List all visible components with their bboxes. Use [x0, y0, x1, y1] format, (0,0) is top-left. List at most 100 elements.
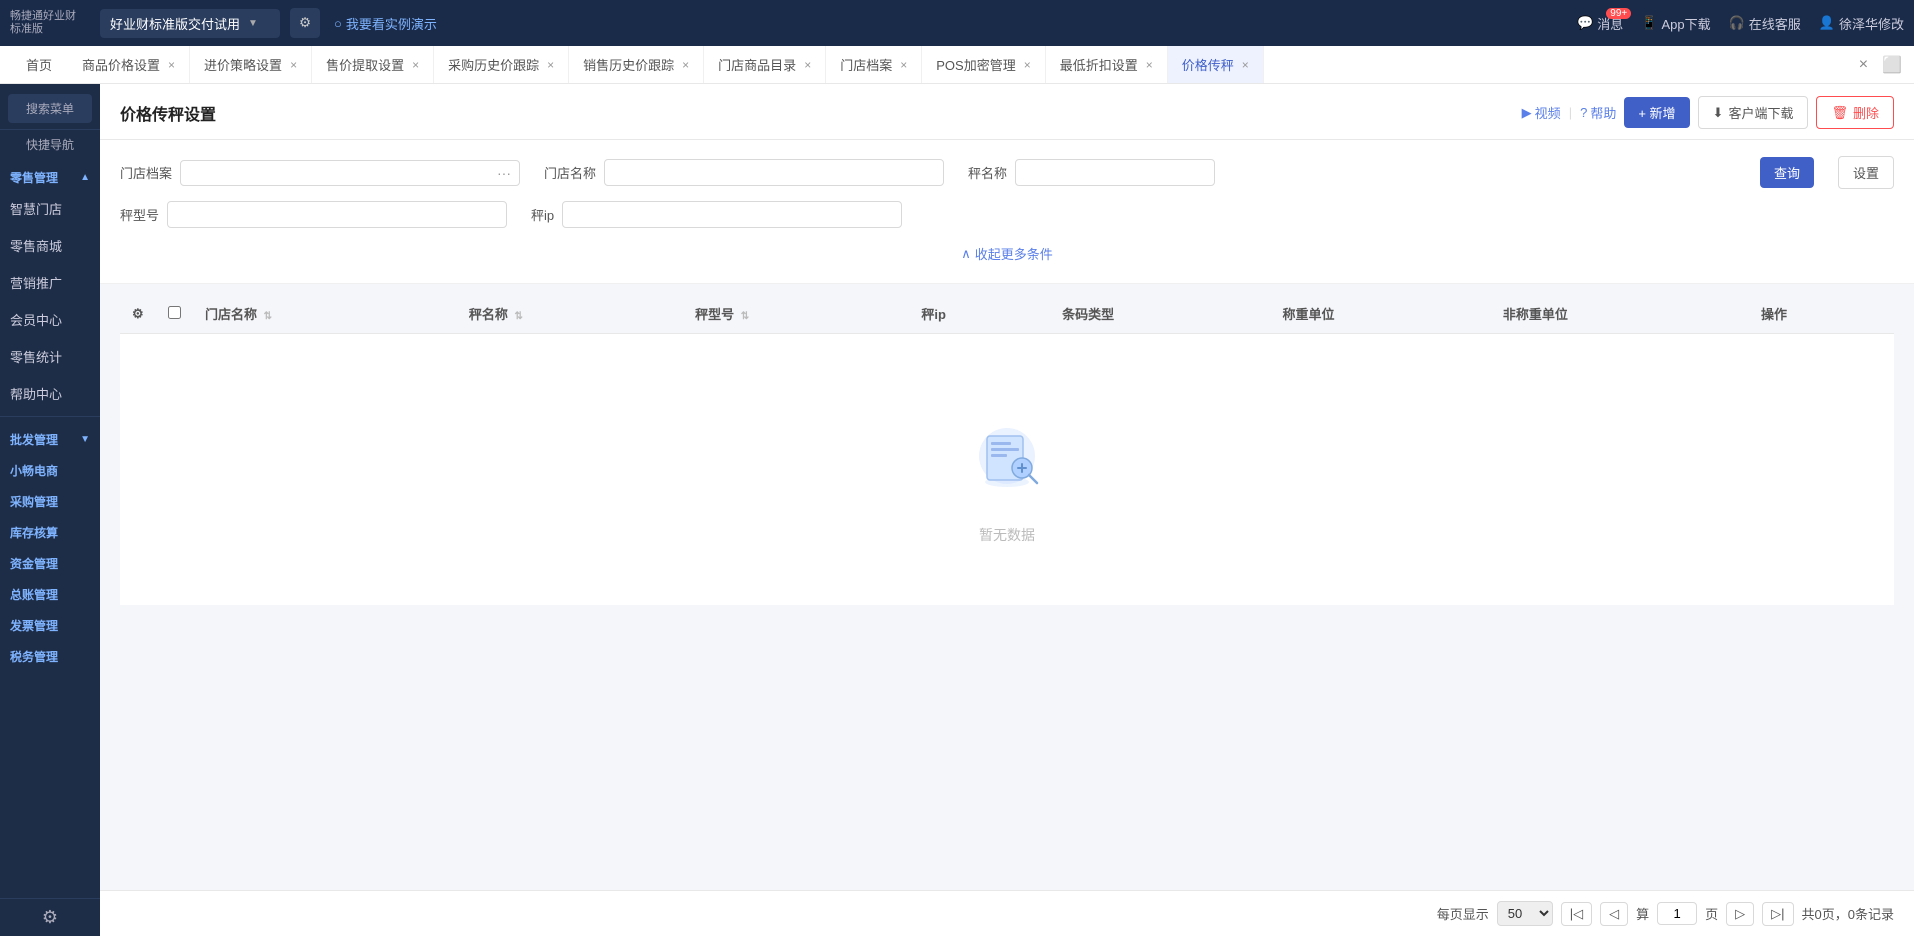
tab-price-scale[interactable]: 价格传秤 × — [1168, 46, 1264, 84]
tab-sale-history[interactable]: 销售历史价跟踪 × — [569, 46, 704, 84]
sidebar-section-ecommerce[interactable]: 小畅电商 — [0, 452, 100, 483]
table-col-settings[interactable]: ⚙ — [120, 294, 156, 334]
scale-model-input[interactable] — [167, 201, 507, 228]
table-col-checkbox[interactable] — [156, 294, 193, 334]
add-button[interactable]: + 新增 — [1624, 97, 1689, 128]
close-icon[interactable]: × — [547, 58, 554, 72]
col-label: 非称重单位 — [1503, 307, 1568, 322]
close-icon[interactable]: × — [1024, 58, 1031, 72]
sidebar-section-finance[interactable]: 资金管理 — [0, 545, 100, 576]
online-service-button[interactable]: 🎧 在线客服 — [1729, 14, 1801, 33]
message-button[interactable]: 💬 消息 99+ — [1577, 14, 1623, 33]
sidebar-item-retail-stats[interactable]: 零售统计 — [0, 338, 100, 375]
sort-icon[interactable]: ⇅ — [515, 311, 523, 322]
set-button[interactable]: 设置 — [1838, 156, 1894, 189]
store-file-input[interactable] — [189, 165, 497, 180]
sidebar-section-purchase[interactable]: 采购管理 — [0, 483, 100, 514]
close-icon[interactable]: × — [804, 58, 811, 72]
sidebar-section-label: 零售管理 — [10, 169, 58, 186]
tab-home[interactable]: 首页 — [10, 46, 68, 84]
sidebar-section-retail[interactable]: 零售管理 ▲ — [0, 159, 100, 190]
tab-purchase-strategy[interactable]: 进价策略设置 × — [190, 46, 312, 84]
scale-name-input[interactable] — [1015, 159, 1215, 186]
video-link[interactable]: ▶ 视频 — [1522, 103, 1561, 122]
per-page-select[interactable]: 50 20 100 — [1497, 901, 1553, 926]
help-label: 帮助 — [1590, 103, 1616, 122]
sidebar-item-member[interactable]: 会员中心 — [0, 301, 100, 338]
sidebar-item-marketing[interactable]: 营销推广 — [0, 264, 100, 301]
close-icon[interactable]: × — [900, 58, 907, 72]
select-all-checkbox[interactable] — [168, 306, 181, 319]
close-icon[interactable]: × — [1146, 58, 1153, 72]
scale-ip-input[interactable] — [562, 201, 902, 228]
product-selector[interactable]: 好业财标准版交付试用 ▼ — [100, 9, 280, 38]
tab-min-discount[interactable]: 最低折扣设置 × — [1046, 46, 1168, 84]
tab-purchase-history[interactable]: 采购历史价跟踪 × — [434, 46, 569, 84]
sidebar-section-label: 总账管理 — [10, 586, 58, 603]
sidebar-item-smart-store[interactable]: 智慧门店 — [0, 190, 100, 227]
quick-nav-button[interactable]: 快捷导航 — [0, 129, 100, 159]
sidebar-divider — [0, 416, 100, 417]
sort-icon[interactable]: ⇅ — [741, 311, 749, 322]
sort-icon[interactable]: ⇅ — [264, 311, 272, 322]
close-icon[interactable]: × — [682, 58, 689, 72]
sidebar-item-help[interactable]: 帮助中心 — [0, 375, 100, 412]
close-icon[interactable]: × — [1242, 58, 1249, 72]
data-table: ⚙ 门店名称 ⇅ 秤名称 ⇅ 秤型号 ⇅ — [120, 294, 1894, 605]
tab-product-price[interactable]: 商品价格设置 × — [68, 46, 190, 84]
sidebar-section-invoice[interactable]: 发票管理 — [0, 607, 100, 638]
close-tab-button[interactable]: × — [1855, 54, 1872, 76]
sidebar-section-tax[interactable]: 税务管理 — [0, 638, 100, 669]
scale-name-label: 秤名称 — [968, 163, 1007, 182]
chevron-up-icon: ▲ — [80, 172, 90, 183]
sidebar-settings-button[interactable]: ⚙ — [42, 907, 58, 928]
close-icon[interactable]: × — [290, 58, 297, 72]
close-icon[interactable]: × — [168, 58, 175, 72]
product-selector-label: 好业财标准版交付试用 — [110, 14, 240, 33]
demo-link[interactable]: ○ 我要看实例演示 — [334, 14, 437, 33]
prev-page-button[interactable]: ◁ — [1600, 902, 1628, 926]
sidebar-section-label: 发票管理 — [10, 617, 58, 634]
tab-label: 门店档案 — [840, 55, 892, 74]
page-input[interactable] — [1657, 902, 1697, 925]
close-icon[interactable]: × — [412, 58, 419, 72]
next-page-button[interactable]: ▷ — [1726, 902, 1754, 926]
delete-button[interactable]: 🗑 删除 — [1816, 96, 1894, 129]
restore-tab-button[interactable]: ⬜ — [1878, 53, 1906, 77]
scale-model-label: 秤型号 — [120, 205, 159, 224]
user-menu[interactable]: 👤 徐泽华修改 — [1819, 14, 1904, 33]
table-col-scale-model: 秤型号 ⇅ — [683, 294, 909, 334]
sidebar-item-retail-mall[interactable]: 零售商城 — [0, 227, 100, 264]
collapse-label: 收起更多条件 — [975, 244, 1053, 263]
app-download-button[interactable]: 📱 App下载 — [1641, 14, 1710, 33]
settings-button[interactable]: ⚙ — [290, 8, 320, 38]
download-client-button[interactable]: ⬇ 客户端下载 — [1698, 96, 1809, 129]
sidebar-section-ledger[interactable]: 总账管理 — [0, 576, 100, 607]
first-page-button[interactable]: |◁ — [1561, 902, 1592, 926]
store-name-label: 门店名称 — [544, 163, 596, 182]
delete-label: 删除 — [1853, 103, 1879, 122]
tab-store-file[interactable]: 门店档案 × — [826, 46, 922, 84]
tab-store-product[interactable]: 门店商品目录 × — [704, 46, 826, 84]
sidebar-section-inventory[interactable]: 库存核算 — [0, 514, 100, 545]
store-name-input[interactable] — [604, 159, 944, 186]
main-layout: 搜索菜单 快捷导航 零售管理 ▲ 智慧门店 零售商城 营销推广 会员中心 零售统… — [0, 84, 1914, 936]
ellipsis-icon[interactable]: ··· — [497, 165, 511, 181]
download-icon: ⬇ — [1713, 105, 1724, 121]
sidebar-section-wholesale[interactable]: 批发管理 ▼ — [0, 421, 100, 452]
sidebar-section-label: 库存核算 — [10, 524, 58, 541]
help-link[interactable]: ? 帮助 — [1580, 103, 1616, 122]
query-button[interactable]: 查询 — [1760, 157, 1814, 188]
user-icon: 👤 — [1819, 15, 1835, 31]
tab-sale-price[interactable]: 售价提取设置 × — [312, 46, 434, 84]
filter-row-1: 门店档案 ··· 门店名称 秤名称 查询 设置 — [120, 156, 1894, 189]
scale-ip-label: 秤ip — [531, 205, 554, 224]
store-file-input-wrapper[interactable]: ··· — [180, 160, 520, 186]
last-page-button[interactable]: ▷| — [1762, 902, 1793, 926]
tab-pos[interactable]: POS加密管理 × — [922, 46, 1045, 84]
sidebar-bottom: ⚙ — [0, 898, 100, 936]
page-label: 算 — [1636, 904, 1649, 923]
chevron-down-icon: ▼ — [248, 18, 258, 29]
search-menu-button[interactable]: 搜索菜单 — [8, 94, 92, 123]
collapse-button[interactable]: ∧ 收起更多条件 — [120, 240, 1894, 267]
